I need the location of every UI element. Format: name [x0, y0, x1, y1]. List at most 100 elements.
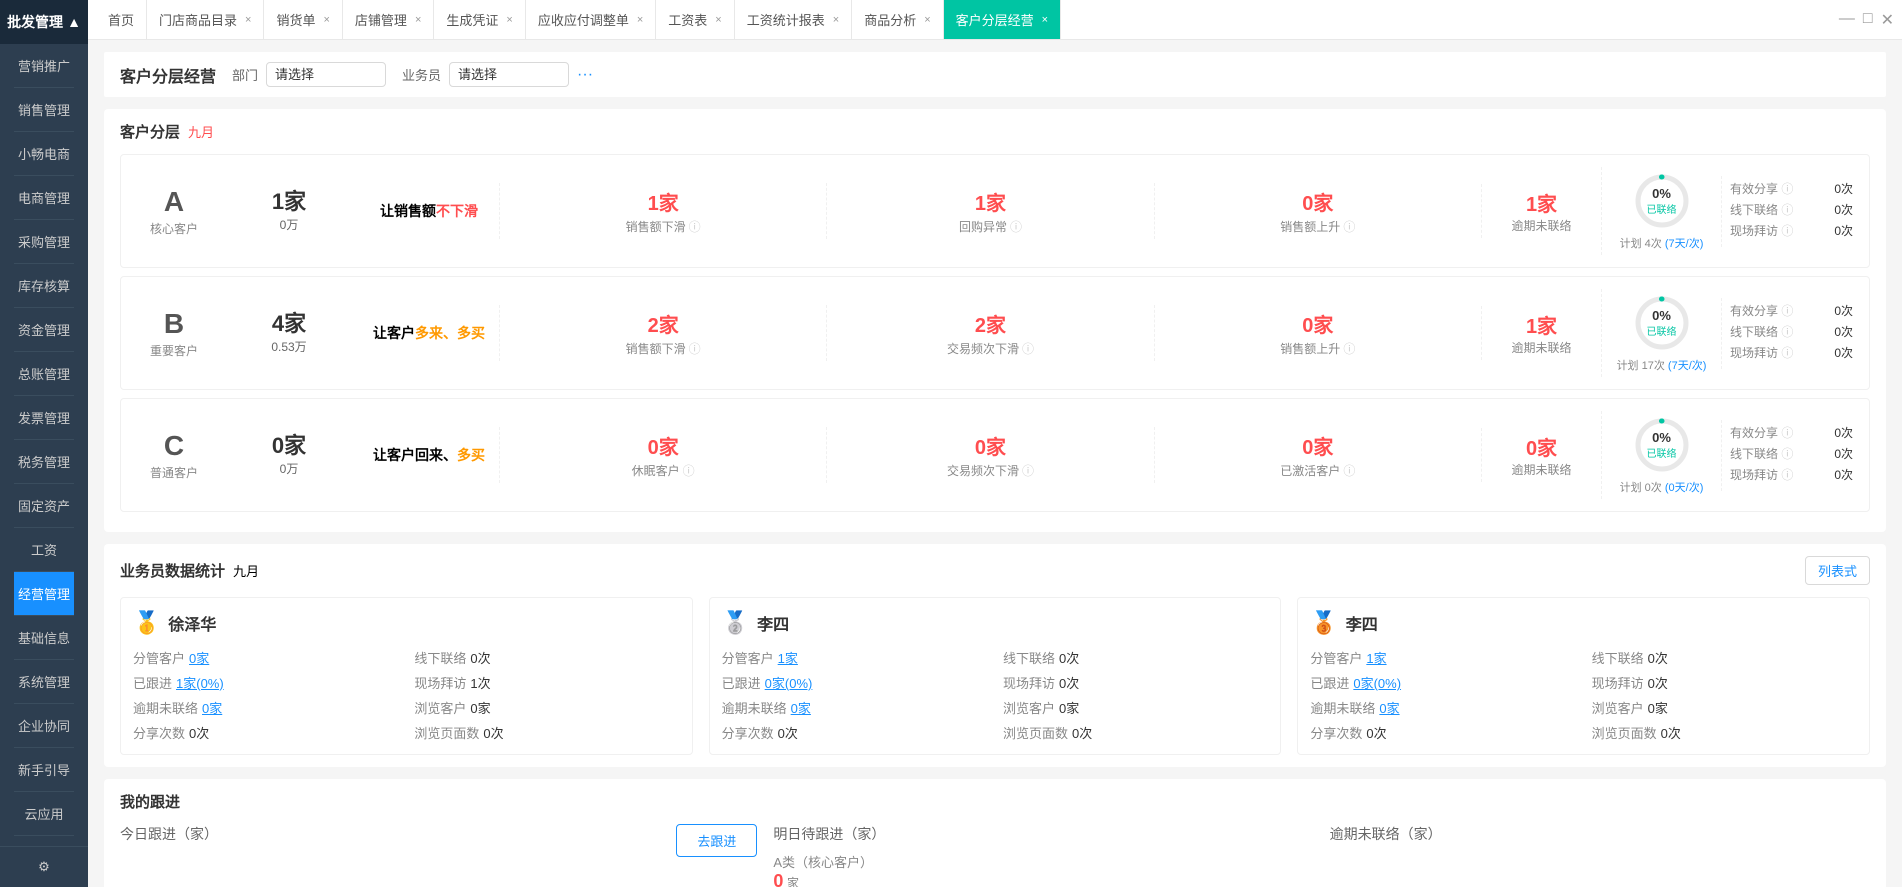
- info-icon[interactable]: ⓘ: [1343, 340, 1355, 357]
- tab-工资表[interactable]: 工资表×: [656, 0, 734, 40]
- list-view-button[interactable]: 列表式: [1805, 556, 1870, 585]
- info-icon[interactable]: ⓘ: [689, 218, 701, 235]
- goto-followup-cell: 去跟进: [676, 824, 757, 857]
- tier-metric: 0家 销售额上升 ⓘ: [1154, 305, 1481, 361]
- sidebar-item-发票管理[interactable]: 发票管理: [14, 396, 74, 440]
- staff-stat: 浏览客户 0家: [414, 698, 679, 717]
- info-icon[interactable]: ⓘ: [1022, 340, 1034, 357]
- info-icon[interactable]: ⓘ: [689, 340, 701, 357]
- info-icon[interactable]: ⓘ: [1781, 346, 1793, 360]
- info-icon[interactable]: ⓘ: [1781, 224, 1793, 238]
- info-icon[interactable]: ⓘ: [1022, 462, 1034, 479]
- tab-bar-actions: — □ ✕: [1839, 10, 1894, 30]
- tab-close-icon[interactable]: ×: [1042, 14, 1048, 26]
- sidebar-item-营销推广[interactable]: 营销推广: [14, 44, 74, 88]
- sidebar-item-小畅电商[interactable]: 小畅电商: [14, 132, 74, 176]
- close-window-icon[interactable]: ✕: [1881, 10, 1894, 30]
- info-icon[interactable]: ⓘ: [1781, 447, 1793, 461]
- staff-stat: 已跟进 0家(0%): [722, 673, 987, 692]
- sidebar-item-企业协同[interactable]: 企业协同: [14, 704, 74, 748]
- tab-close-icon[interactable]: ×: [506, 14, 512, 26]
- tier-metric: 2家 销售额下滑 ⓘ: [499, 305, 826, 361]
- sidebar-header[interactable]: 批发管理 ▲: [0, 0, 88, 44]
- tab-商品分析[interactable]: 商品分析×: [852, 0, 943, 40]
- sidebar-item-新手引导[interactable]: 新手引导: [14, 748, 74, 792]
- tab-close-icon[interactable]: ×: [715, 14, 721, 26]
- minimize-icon[interactable]: —: [1839, 10, 1855, 30]
- sidebar-item-销售管理[interactable]: 销售管理: [14, 88, 74, 132]
- tier-contact-C: 0家 逾期未联络: [1481, 428, 1601, 482]
- tier-count-B: 4家 0.53万: [219, 298, 359, 368]
- staff-stat: 逾期未联络 0家: [722, 698, 987, 717]
- tier-circle-C: 0% 已联络 计划 0次 (0天/次): [1601, 411, 1721, 499]
- tab-生成凭证[interactable]: 生成凭证×: [434, 0, 525, 40]
- staff-card-李四: 🥈 李四 分管客户 1家 线下联络 0次 已跟进 0家(0%) 现场拜访 0次: [709, 597, 1282, 755]
- staff-stat: 浏览页面数 0次: [1592, 723, 1857, 742]
- info-icon[interactable]: ⓘ: [1781, 203, 1793, 217]
- info-icon[interactable]: ⓘ: [1781, 304, 1793, 318]
- tier-label-B: B 重要客户: [129, 308, 219, 359]
- staff-card-李四: 🥉 李四 分管客户 1家 线下联络 0次 已跟进 0家(0%) 现场拜访 0次: [1297, 597, 1870, 755]
- info-icon[interactable]: ⓘ: [1781, 426, 1793, 440]
- info-icon[interactable]: ⓘ: [1343, 218, 1355, 235]
- sidebar-item-电商管理[interactable]: 电商管理: [14, 176, 74, 220]
- staff-stat: 现场拜访 0次: [1003, 673, 1268, 692]
- business-section: 业务员数据统计 九月 列表式 🥇 徐泽华 分管客户 0家 线下联络 0次 已跟进: [104, 544, 1886, 767]
- sidebar-item-总账管理[interactable]: 总账管理: [14, 352, 74, 396]
- tab-店铺管理[interactable]: 店铺管理×: [343, 0, 434, 40]
- sidebar-item-系统管理[interactable]: 系统管理: [14, 660, 74, 704]
- tab-应收应付调整单[interactable]: 应收应付调整单×: [526, 0, 656, 40]
- sidebar-item-采购管理[interactable]: 采购管理: [14, 220, 74, 264]
- tab-close-icon[interactable]: ×: [924, 14, 930, 26]
- staff-stat: 线下联络 0次: [414, 648, 679, 667]
- staff-stat: 线下联络 0次: [1592, 648, 1857, 667]
- main-area: 首页门店商品目录×销货单×店铺管理×生成凭证×应收应付调整单×工资表×工资统计报…: [88, 0, 1902, 887]
- staff-stat: 浏览页面数 0次: [1003, 723, 1268, 742]
- staff-stat: 现场拜访 0次: [1592, 673, 1857, 692]
- customer-section: 客户分层 九月 A 核心客户 1家 0万 让销售额不下滑 1家 销售额下滑 ⓘ …: [104, 109, 1886, 532]
- tier-metric: 2家 交易频次下滑 ⓘ: [826, 305, 1153, 361]
- tab-客户分层经营[interactable]: 客户分层经营×: [944, 0, 1061, 40]
- info-icon[interactable]: ⓘ: [1781, 468, 1793, 482]
- tier-circle-A: 0% 已联络 计划 4次 (7天/次): [1601, 167, 1721, 255]
- staff-medal: 🥉: [1310, 610, 1337, 636]
- tab-close-icon[interactable]: ×: [415, 14, 421, 26]
- staff-select[interactable]: 请选择: [449, 62, 569, 87]
- sidebar-item-库存核算[interactable]: 库存核算: [14, 264, 74, 308]
- tier-actions-B: 有效分享 ⓘ0次线下联络 ⓘ0次现场拜访 ⓘ0次: [1721, 298, 1861, 369]
- sidebar-settings[interactable]: ⚙: [0, 846, 88, 887]
- tab-销货单[interactable]: 销货单×: [264, 0, 342, 40]
- tab-close-icon[interactable]: ×: [637, 14, 643, 26]
- sidebar-item-税务管理[interactable]: 税务管理: [14, 440, 74, 484]
- tier-label-A: A 核心客户: [129, 186, 219, 237]
- tab-首页[interactable]: 首页: [96, 0, 147, 40]
- follow-grid: 今日跟进（家） 去跟进 明日待跟进（家） A类（核心客户） 0 家 逾期未联络（…: [120, 824, 1870, 887]
- more-filters-icon[interactable]: ···: [577, 66, 593, 84]
- sidebar-item-基础信息[interactable]: 基础信息: [14, 616, 74, 660]
- tab-门店商品目录[interactable]: 门店商品目录×: [147, 0, 264, 40]
- info-icon[interactable]: ⓘ: [1010, 218, 1022, 235]
- sidebar-item-资金管理[interactable]: 资金管理: [14, 308, 74, 352]
- tomorrow-a-count: 0: [773, 871, 783, 887]
- goto-followup-button[interactable]: 去跟进: [676, 824, 757, 857]
- sidebar-item-云应用[interactable]: 云应用: [14, 792, 74, 836]
- staff-card-徐泽华: 🥇 徐泽华 分管客户 0家 线下联络 0次 已跟进 1家(0%) 现场拜访 1次: [120, 597, 693, 755]
- tier-metric: 0家 休眠客户 ⓘ: [499, 427, 826, 483]
- tab-close-icon[interactable]: ×: [323, 14, 329, 26]
- info-icon[interactable]: ⓘ: [1343, 462, 1355, 479]
- restore-icon[interactable]: □: [1863, 10, 1873, 30]
- info-icon[interactable]: ⓘ: [683, 462, 695, 479]
- tab-close-icon[interactable]: ×: [833, 14, 839, 26]
- tab-close-icon[interactable]: ×: [245, 14, 251, 26]
- info-icon[interactable]: ⓘ: [1781, 182, 1793, 196]
- staff-stat: 逾期未联络 0家: [1310, 698, 1575, 717]
- staff-stat: 浏览客户 0家: [1003, 698, 1268, 717]
- sidebar-item-经营管理[interactable]: 经营管理: [14, 572, 74, 616]
- tier-count-C: 0家 0万: [219, 420, 359, 490]
- sidebar-item-固定资产[interactable]: 固定资产: [14, 484, 74, 528]
- info-icon[interactable]: ⓘ: [1781, 325, 1793, 339]
- sidebar-title: 批发管理: [7, 12, 63, 32]
- dept-select[interactable]: 请选择: [266, 62, 386, 87]
- tab-工资统计报表[interactable]: 工资统计报表×: [735, 0, 852, 40]
- sidebar-item-工资[interactable]: 工资: [14, 528, 74, 572]
